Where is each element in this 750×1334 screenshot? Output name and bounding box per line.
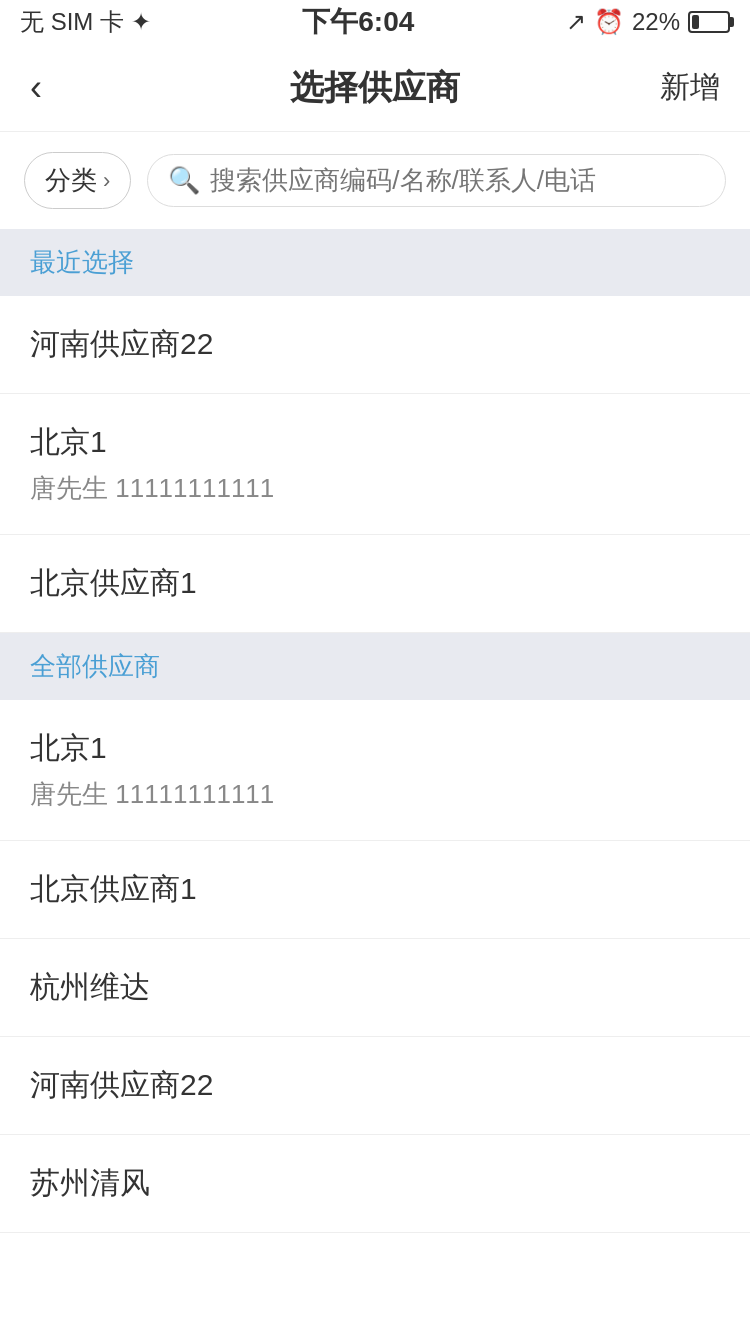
all-section-label: 全部供应商	[30, 651, 160, 681]
recent-section-label: 最近选择	[30, 247, 134, 277]
list-item[interactable]: 河南供应商22	[0, 296, 750, 394]
new-action-button[interactable]: 新增	[660, 67, 720, 108]
location-icon: ↗	[566, 8, 586, 36]
list-item[interactable]: 苏州清风	[0, 1135, 750, 1233]
chevron-right-icon: ›	[103, 168, 110, 194]
list-item-name: 杭州维达	[30, 967, 720, 1008]
category-filter-button[interactable]: 分类 ›	[24, 152, 131, 209]
nav-bar: ‹ 选择供应商 新增	[0, 44, 750, 132]
list-item-name: 北京1	[30, 422, 720, 463]
filter-bar: 分类 › 🔍	[0, 132, 750, 229]
list-item[interactable]: 北京1 唐先生 11111111111	[0, 700, 750, 841]
list-item-sub: 唐先生 11111111111	[30, 777, 720, 812]
battery-icon	[688, 11, 730, 33]
all-section-header: 全部供应商	[0, 633, 750, 700]
status-time: 下午6:04	[302, 3, 414, 41]
alarm-icon: ⏰	[594, 8, 624, 36]
list-item-name: 河南供应商22	[30, 1065, 720, 1106]
category-label: 分类	[45, 163, 97, 198]
search-input[interactable]	[210, 165, 705, 196]
list-item[interactable]: 北京供应商1	[0, 535, 750, 633]
list-item[interactable]: 河南供应商22	[0, 1037, 750, 1135]
status-bar: 无 SIM 卡 ✦ 下午6:04 ↗ ⏰ 22%	[0, 0, 750, 44]
list-item[interactable]: 杭州维达	[0, 939, 750, 1037]
back-button[interactable]: ‹	[30, 67, 90, 109]
status-right: ↗ ⏰ 22%	[566, 8, 730, 36]
list-item-name: 河南供应商22	[30, 324, 720, 365]
list-item-name: 北京供应商1	[30, 869, 720, 910]
battery-percent: 22%	[632, 8, 680, 36]
list-item-sub: 唐先生 11111111111	[30, 471, 720, 506]
list-item-name: 北京1	[30, 728, 720, 769]
list-item-name: 苏州清风	[30, 1163, 720, 1204]
recent-section-header: 最近选择	[0, 229, 750, 296]
search-box[interactable]: 🔍	[147, 154, 726, 207]
list-item[interactable]: 北京供应商1	[0, 841, 750, 939]
all-items-list: 北京1 唐先生 11111111111 北京供应商1 杭州维达河南供应商22 苏州清风	[0, 700, 750, 1233]
list-item[interactable]: 北京1 唐先生 11111111111	[0, 394, 750, 535]
search-icon: 🔍	[168, 165, 200, 196]
page-title: 选择供应商	[290, 65, 460, 111]
list-item-name: 北京供应商1	[30, 563, 720, 604]
recent-items-list: 河南供应商22 北京1 唐先生 11111111111 北京供应商1	[0, 296, 750, 633]
status-left: 无 SIM 卡 ✦	[20, 6, 151, 38]
sim-status: 无 SIM 卡 ✦	[20, 6, 151, 38]
